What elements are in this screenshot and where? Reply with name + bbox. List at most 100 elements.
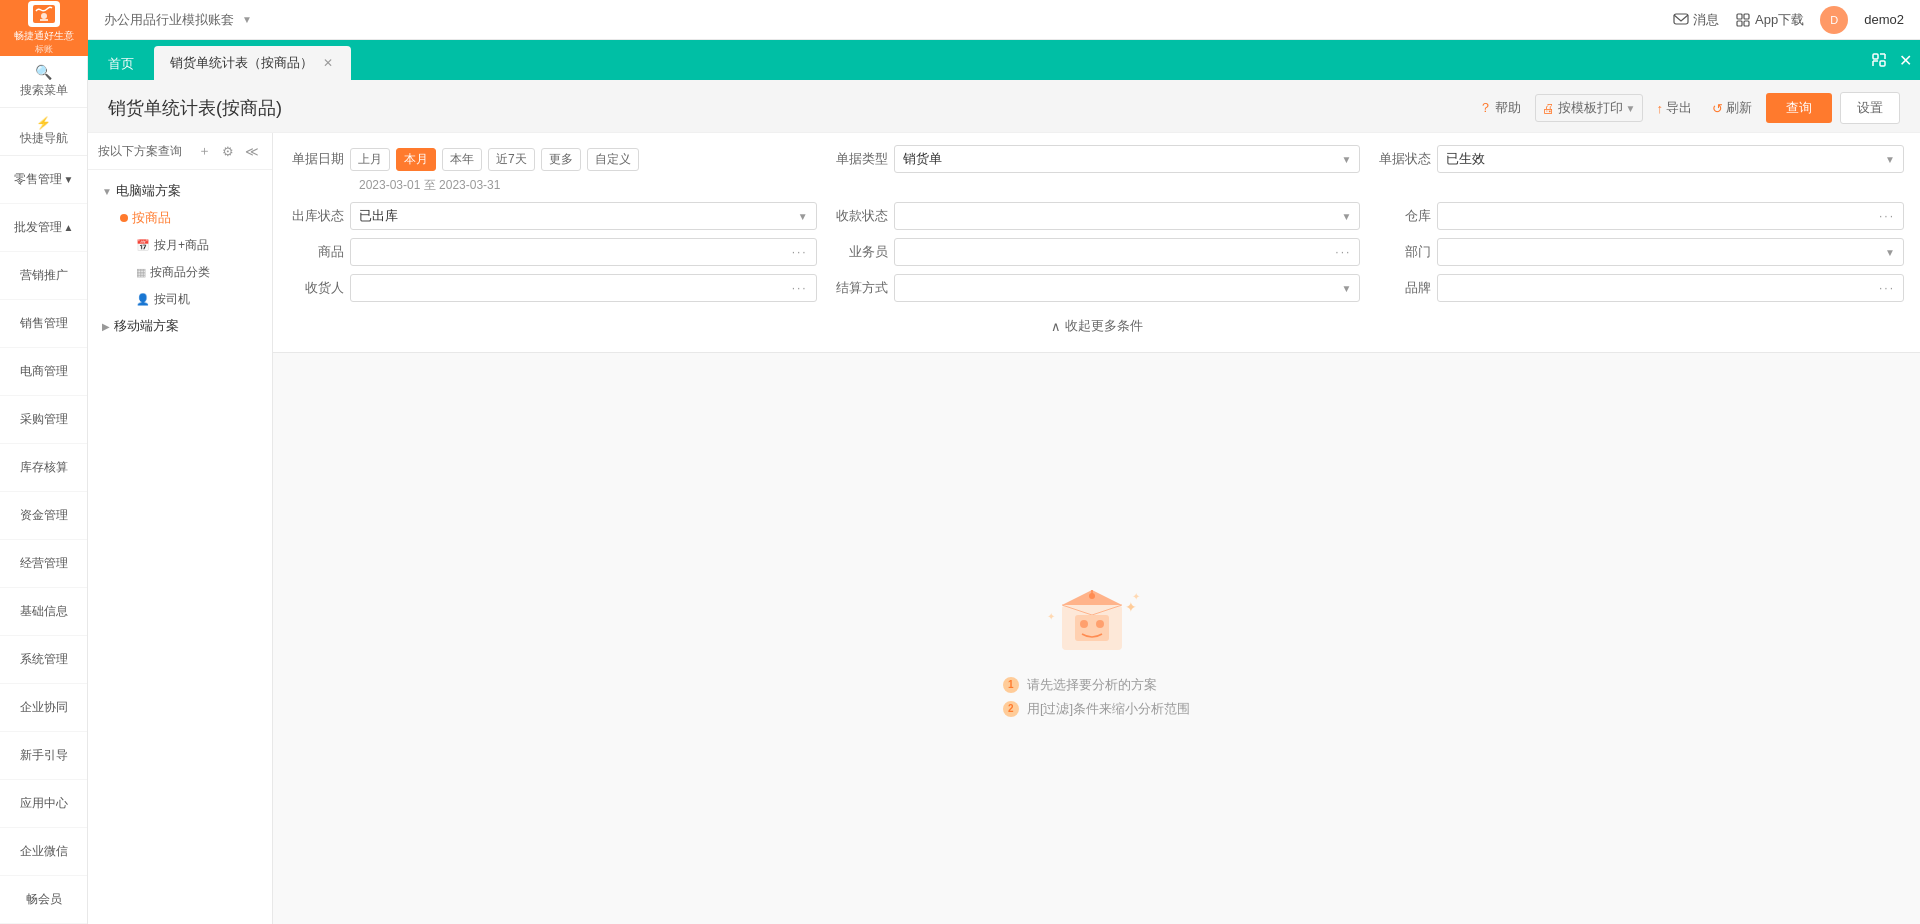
sidebar-item-member[interactable]: 畅会员 <box>0 876 87 924</box>
sidebar-quick-nav[interactable]: ⚡ 快捷导航 <box>0 108 87 156</box>
tab-report[interactable]: 销货单统计表（按商品） ✕ <box>154 46 351 80</box>
help-label: 帮助 <box>1495 99 1521 117</box>
dept-select[interactable]: ▼ <box>1437 238 1904 266</box>
scheme-settings-button[interactable]: ⚙ <box>218 141 238 161</box>
scheme-panel: 按以下方案查询 ＋ ⚙ ≪ ▼ 电脑端方案 <box>88 133 273 924</box>
print-dropdown-icon[interactable]: ▼ <box>1626 103 1636 114</box>
date-btn-more[interactable]: 更多 <box>541 148 581 171</box>
doc-status-value: 已生效 <box>1446 150 1485 168</box>
sidebar-search[interactable]: 🔍 搜索菜单 <box>0 56 87 108</box>
doc-type-select[interactable]: 销货单 ▼ <box>894 145 1361 173</box>
refresh-button[interactable]: ↺ 刷新 <box>1706 95 1758 121</box>
svg-rect-3 <box>1737 14 1742 19</box>
goods-input[interactable]: ··· <box>350 238 817 266</box>
out-status-select[interactable]: 已出库 ▼ <box>350 202 817 230</box>
payment-chevron-icon: ▼ <box>1341 283 1351 294</box>
sidebar-item-marketing[interactable]: 营销推广 <box>0 252 87 300</box>
marketing-label: 营销推广 <box>20 267 68 284</box>
receiver-input[interactable]: ··· <box>350 274 817 302</box>
inventory-label: 库存核算 <box>20 459 68 476</box>
sidebar-item-wholesale[interactable]: 批发管理 ▲ <box>0 204 87 252</box>
svg-rect-6 <box>1744 21 1749 26</box>
sidebar-item-finance[interactable]: 资金管理 <box>0 492 87 540</box>
scheme-add-button[interactable]: ＋ <box>194 141 214 161</box>
tip-2-bullet: 2 <box>1003 701 1019 717</box>
help-button[interactable]: ？ 帮助 <box>1473 95 1527 121</box>
app-logo[interactable]: 畅捷通好生意 标账 <box>0 0 88 56</box>
user-name[interactable]: demo2 <box>1864 12 1904 27</box>
tab-close-button[interactable]: ✕ <box>321 56 335 70</box>
doc-status-select[interactable]: 已生效 ▼ <box>1437 145 1904 173</box>
date-btn-this-year[interactable]: 本年 <box>442 148 482 171</box>
tab-close-all-button[interactable]: ✕ <box>1899 40 1912 80</box>
sidebar-item-basic[interactable]: 基础信息 <box>0 588 87 636</box>
tree-sub-by-month-goods[interactable]: 📅 按月+商品 <box>88 232 272 259</box>
sidebar-item-inventory[interactable]: 库存核算 <box>0 444 87 492</box>
refresh-icon: ↺ <box>1712 101 1723 116</box>
tree-arrow-desktop: ▼ <box>102 186 112 197</box>
brand-input[interactable]: ··· <box>1437 274 1904 302</box>
empty-tip-1: 1 请先选择要分析的方案 <box>1003 676 1190 694</box>
operations-label: 经营管理 <box>20 555 68 572</box>
tree-category-desktop[interactable]: ▼ 电脑端方案 <box>88 178 272 204</box>
sidebar-item-wechat[interactable]: 企业微信 <box>0 828 87 876</box>
query-button[interactable]: 查询 <box>1766 93 1832 123</box>
filter-warehouse: 仓库 ··· <box>1376 202 1904 230</box>
tree-category-desktop-label: 电脑端方案 <box>116 182 181 200</box>
date-label: 单据日期 <box>289 150 344 168</box>
print-button[interactable]: 🖨 按模板打印 ▼ <box>1535 94 1643 122</box>
filter-brand: 品牌 ··· <box>1376 274 1904 302</box>
warehouse-input[interactable]: ··· <box>1437 202 1904 230</box>
sidebar-item-operations[interactable]: 经营管理 <box>0 540 87 588</box>
sidebar-item-enterprise[interactable]: 企业协同 <box>0 684 87 732</box>
payment-select[interactable]: ▼ <box>894 274 1361 302</box>
tab-home[interactable]: 首页 <box>92 48 150 80</box>
top-right-actions: ？ 帮助 🖨 按模板打印 ▼ ↑ 导出 ↺ 刷新 查询 设置 <box>1473 92 1900 124</box>
empty-tip-2: 2 用[过滤]条件来缩小分析范围 <box>1003 700 1190 718</box>
doc-type-chevron-icon: ▼ <box>1341 154 1351 165</box>
tree-sub-by-driver[interactable]: 👤 按司机 <box>88 286 272 313</box>
tree-item-by-goods[interactable]: 按商品 <box>88 204 272 232</box>
user-avatar[interactable]: D <box>1820 6 1848 34</box>
breadcrumb-dropdown-icon[interactable]: ▼ <box>242 14 252 25</box>
collapse-button[interactable]: ∧ 收起更多条件 <box>1041 314 1153 338</box>
tree-sub-by-category[interactable]: ▦ 按商品分类 <box>88 259 272 286</box>
message-button[interactable]: 消息 <box>1673 11 1719 29</box>
sidebar-item-system[interactable]: 系统管理 <box>0 636 87 684</box>
sidebar-item-ecommerce[interactable]: 电商管理 <box>0 348 87 396</box>
tab-expand-button[interactable] <box>1871 40 1887 80</box>
export-button[interactable]: ↑ 导出 <box>1651 95 1699 121</box>
receive-status-select[interactable]: ▼ <box>894 202 1361 230</box>
svg-point-16 <box>1096 620 1104 628</box>
settings-button[interactable]: 设置 <box>1840 92 1900 124</box>
date-btn-custom[interactable]: 自定义 <box>587 148 639 171</box>
scheme-actions: ＋ ⚙ ≪ <box>194 141 262 161</box>
ecommerce-label: 电商管理 <box>20 363 68 380</box>
page-title-bar: 销货单统计表(按商品) ？ 帮助 🖨 按模板打印 ▼ ↑ 导出 ↺ 刷新 <box>88 80 1920 133</box>
chevron-down-icon: ▼ <box>64 174 74 185</box>
app-download-button[interactable]: App下载 <box>1735 11 1804 29</box>
receiver-label: 收货人 <box>289 279 344 297</box>
top-header: 办公用品行业模拟账套 ▼ 消息 App下载 D <box>88 0 1920 40</box>
sidebar-item-sales[interactable]: 销售管理 <box>0 300 87 348</box>
salesperson-input[interactable]: ··· <box>894 238 1361 266</box>
quick-nav-label: 快捷导航 <box>6 130 81 147</box>
sidebar-item-retail[interactable]: 零售管理 ▼ <box>0 156 87 204</box>
svg-point-18 <box>1089 593 1095 599</box>
scheme-collapse-button[interactable]: ≪ <box>242 141 262 161</box>
date-btn-this-month[interactable]: 本月 <box>396 148 436 171</box>
system-label: 系统管理 <box>20 651 68 668</box>
app-download-label: App下载 <box>1755 11 1804 29</box>
salesperson-label: 业务员 <box>833 243 888 261</box>
date-btn-7days[interactable]: 近7天 <box>488 148 535 171</box>
sidebar-item-appcenter[interactable]: 应用中心 <box>0 780 87 828</box>
print-label: 按模板打印 <box>1558 99 1623 117</box>
tree-category-mobile[interactable]: ▶ 移动端方案 <box>88 313 272 339</box>
date-btn-last-month[interactable]: 上月 <box>350 148 390 171</box>
sidebar-item-guide[interactable]: 新手引导 <box>0 732 87 780</box>
sidebar-item-purchase[interactable]: 采购管理 <box>0 396 87 444</box>
export-icon: ↑ <box>1657 101 1664 116</box>
basic-label: 基础信息 <box>20 603 68 620</box>
sales-label: 销售管理 <box>20 315 68 332</box>
refresh-label: 刷新 <box>1726 99 1752 117</box>
